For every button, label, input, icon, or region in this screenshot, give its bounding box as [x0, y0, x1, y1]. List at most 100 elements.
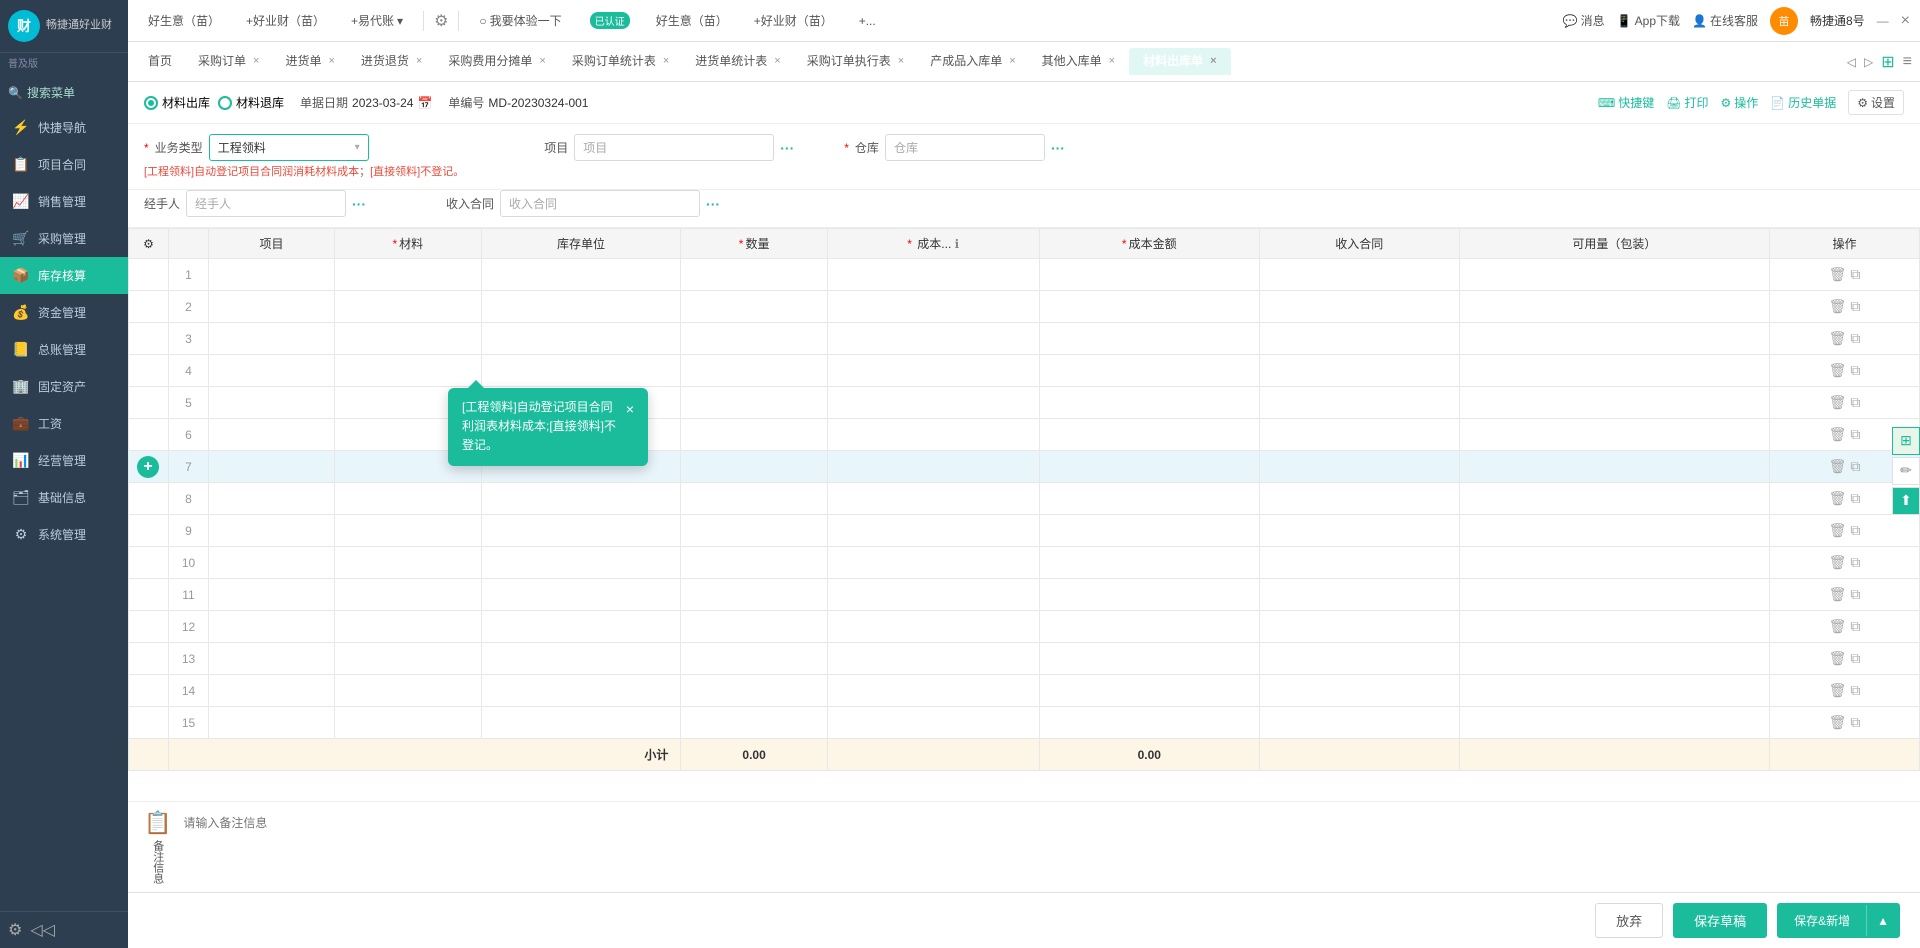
project-cell[interactable]: [209, 515, 335, 547]
save-new-arrow[interactable]: ▲: [1867, 907, 1899, 935]
tab-home[interactable]: 首页: [136, 46, 184, 77]
tab-purchase-stats[interactable]: 采购订单统计表 ×: [560, 46, 681, 77]
save-new-button[interactable]: 保存&新增 ▲: [1777, 903, 1900, 938]
unit-cell[interactable]: [481, 355, 681, 387]
unit-cell[interactable]: [481, 547, 681, 579]
unit-cell[interactable]: [481, 579, 681, 611]
copy-icon[interactable]: ⧉: [1850, 458, 1860, 475]
unit-cell[interactable]: [481, 707, 681, 739]
cost-amount-cell[interactable]: [1039, 387, 1259, 419]
tab-purchase-exec[interactable]: 采购订单执行表 ×: [795, 46, 916, 77]
unit-cell[interactable]: [481, 259, 681, 291]
cost-cell[interactable]: [827, 355, 1039, 387]
unit-cell[interactable]: [481, 611, 681, 643]
float-icon-3[interactable]: ⬆: [1892, 487, 1920, 515]
available-qty-cell[interactable]: [1459, 259, 1769, 291]
sidebar-item-sales[interactable]: 📈 销售管理: [0, 183, 128, 220]
tab-close-icon[interactable]: ×: [774, 55, 780, 67]
copy-icon[interactable]: ⧉: [1850, 618, 1860, 635]
quantity-cell[interactable]: [681, 579, 828, 611]
save-draft-button[interactable]: 保存草稿: [1673, 903, 1767, 938]
user-avatar[interactable]: 苗: [1770, 7, 1798, 35]
cost-cell[interactable]: [827, 259, 1039, 291]
unit-cell[interactable]: [481, 515, 681, 547]
cost-cell[interactable]: [827, 323, 1039, 355]
tab-purchase-receipt-stats[interactable]: 进货单统计表 ×: [683, 46, 792, 77]
project-cell[interactable]: [209, 259, 335, 291]
project-cell[interactable]: [209, 707, 335, 739]
quantity-cell[interactable]: [681, 451, 828, 483]
material-cell[interactable]: [335, 579, 482, 611]
copy-icon[interactable]: ⧉: [1850, 522, 1860, 539]
material-cell[interactable]: [335, 675, 482, 707]
delete-icon[interactable]: 🗑: [1829, 490, 1847, 507]
available-qty-cell[interactable]: [1459, 707, 1769, 739]
delete-icon[interactable]: 🗑: [1829, 522, 1847, 539]
handler-ellipsis[interactable]: ···: [352, 196, 366, 212]
unit-cell[interactable]: [481, 675, 681, 707]
available-qty-cell[interactable]: [1459, 547, 1769, 579]
quantity-cell[interactable]: [681, 707, 828, 739]
project-cell[interactable]: [209, 579, 335, 611]
cost-amount-cell[interactable]: [1039, 451, 1259, 483]
cost-amount-cell[interactable]: [1039, 579, 1259, 611]
quantity-cell[interactable]: [681, 515, 828, 547]
available-qty-cell[interactable]: [1459, 483, 1769, 515]
delete-icon[interactable]: 🗑: [1829, 586, 1847, 603]
income-contract-cell[interactable]: [1259, 643, 1459, 675]
handler-input[interactable]: 经手人: [186, 190, 346, 217]
delete-icon[interactable]: 🗑: [1829, 554, 1847, 571]
print-btn[interactable]: 🖨 打印: [1666, 94, 1708, 111]
material-cell[interactable]: [335, 547, 482, 579]
tab-close-icon[interactable]: ×: [253, 55, 259, 67]
material-cell[interactable]: [335, 355, 482, 387]
radio-material-return[interactable]: 材料退库: [218, 94, 284, 111]
history-btn[interactable]: 📄 历史单据: [1770, 94, 1836, 111]
material-cell[interactable]: [335, 515, 482, 547]
available-qty-cell[interactable]: [1459, 451, 1769, 483]
available-qty-cell[interactable]: [1459, 611, 1769, 643]
available-qty-cell[interactable]: [1459, 323, 1769, 355]
cost-amount-cell[interactable]: [1039, 291, 1259, 323]
col-settings[interactable]: ⚙: [129, 229, 169, 259]
sidebar-item-operations[interactable]: 📊 经营管理: [0, 442, 128, 479]
copy-icon[interactable]: ⧉: [1850, 586, 1860, 603]
copy-icon[interactable]: ⧉: [1850, 330, 1860, 347]
material-cell[interactable]: [335, 291, 482, 323]
tab-finished-goods[interactable]: 产成品入库单 ×: [918, 46, 1027, 77]
copy-icon[interactable]: ⧉: [1850, 426, 1860, 443]
delete-icon[interactable]: 🗑: [1829, 650, 1847, 667]
copy-icon[interactable]: ⧉: [1850, 362, 1860, 379]
income-contract-cell[interactable]: [1259, 707, 1459, 739]
project-cell[interactable]: [209, 291, 335, 323]
tab-more[interactable]: +...: [849, 10, 886, 32]
cost-cell[interactable]: [827, 675, 1039, 707]
tab-haoyecai2[interactable]: +好业财（苗）: [744, 8, 843, 33]
cost-cell[interactable]: [827, 483, 1039, 515]
quantity-cell[interactable]: [681, 547, 828, 579]
settings-icon[interactable]: ⚙: [8, 920, 22, 940]
delete-icon[interactable]: 🗑: [1829, 426, 1847, 443]
cost-cell[interactable]: [827, 707, 1039, 739]
tab-purchase-return[interactable]: 进货退货 ×: [349, 46, 434, 77]
certified-badge[interactable]: 已认证: [578, 8, 640, 33]
income-contract-cell[interactable]: [1259, 323, 1459, 355]
shortcut-btn[interactable]: ⌨ 快捷键: [1598, 94, 1654, 111]
delete-icon[interactable]: 🗑: [1829, 714, 1847, 731]
project-cell[interactable]: [209, 483, 335, 515]
income-contract-input[interactable]: 收入合同: [500, 190, 700, 217]
cost-amount-cell[interactable]: [1039, 483, 1259, 515]
sidebar-item-basic[interactable]: 🗂 基础信息: [0, 479, 128, 516]
project-ellipsis[interactable]: ···: [780, 140, 794, 156]
quantity-cell[interactable]: [681, 483, 828, 515]
project-input[interactable]: 项目: [574, 134, 774, 161]
collapse-icon[interactable]: ◁◁: [30, 920, 55, 940]
available-qty-cell[interactable]: [1459, 579, 1769, 611]
tab-close-icon[interactable]: ×: [1009, 55, 1015, 67]
copy-icon[interactable]: ⧉: [1850, 490, 1860, 507]
unit-cell[interactable]: [481, 483, 681, 515]
tooltip-close-btn[interactable]: ×: [626, 398, 634, 420]
delete-icon[interactable]: 🗑: [1829, 330, 1847, 347]
quantity-cell[interactable]: [681, 419, 828, 451]
calendar-icon[interactable]: 📅: [417, 96, 432, 110]
